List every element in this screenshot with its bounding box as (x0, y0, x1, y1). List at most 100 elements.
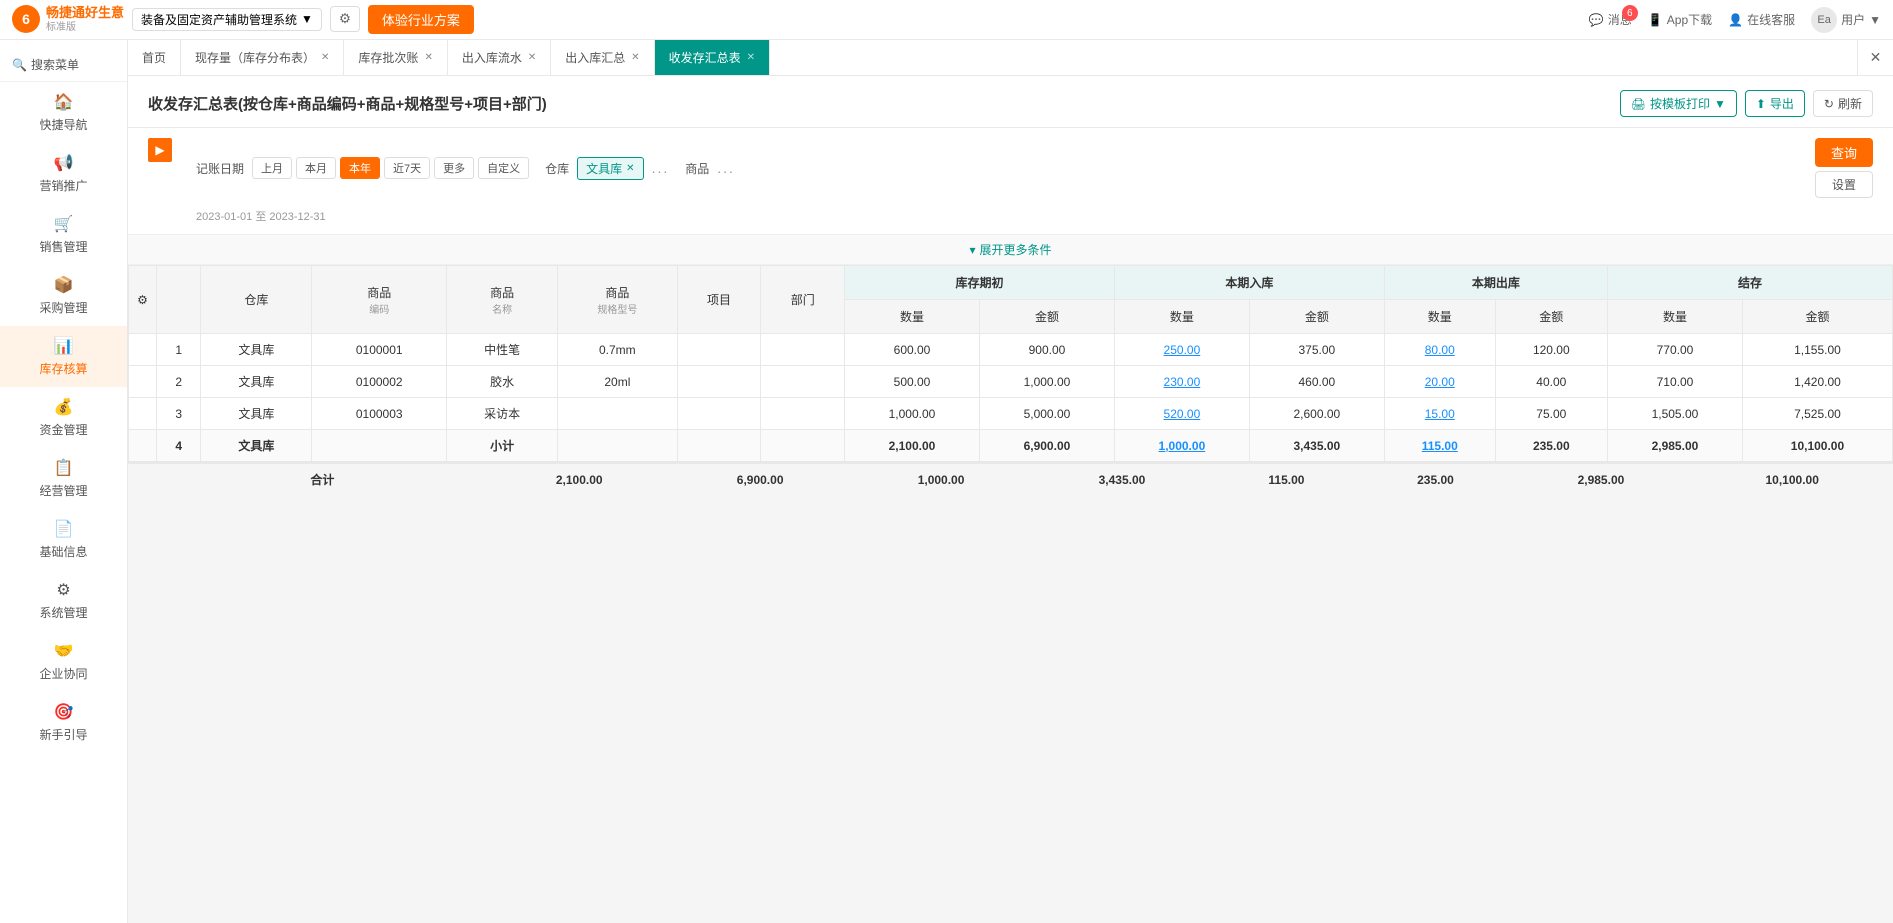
tab-inventory-dist[interactable]: 现存量（库存分布表） ✕ (181, 40, 344, 75)
col-close-qty: 数量 (1607, 300, 1742, 334)
warehouse-more-dots[interactable]: ... (652, 160, 670, 176)
chevron-down-icon: ▼ (1714, 97, 1726, 111)
date-range-text: 2023-01-01 至 2023-12-31 (196, 208, 326, 224)
app-download-button[interactable]: 📱 App下载 (1648, 11, 1712, 28)
total-open-qty: 2,100.00 (489, 464, 670, 495)
sidebar-item-system[interactable]: ⚙ 系统管理 (0, 570, 127, 631)
sidebar-item-basic[interactable]: 📄 基础信息 (0, 509, 127, 570)
row-department (761, 366, 845, 398)
enterprise-icon: 🤝 (54, 641, 74, 661)
product-more-dots[interactable]: ... (717, 160, 735, 176)
row-close-qty: 710.00 (1607, 366, 1742, 398)
user-menu[interactable]: Ea 用户 ▼ (1811, 7, 1881, 33)
row-open-amt: 1,000.00 (979, 366, 1114, 398)
row-in-qty[interactable]: 230.00 (1114, 366, 1249, 398)
total-label: 合计 (267, 464, 378, 495)
system-selector[interactable]: 装备及固定资产辅助管理系统 ▼ (132, 8, 322, 31)
date-btn-more[interactable]: 更多 (434, 157, 474, 179)
filter-row-1: 记账日期 上月 本月 本年 近7天 更多 自定义 (196, 138, 1873, 198)
row-out-qty[interactable]: 15.00 (1384, 398, 1495, 430)
subtotal-row: 4 文具库 小计 2,100.00 6,900.00 1,000.00 3,43… (129, 430, 1893, 462)
tab-close-inout-summary[interactable]: ✕ (631, 52, 639, 63)
sidebar-item-operations[interactable]: 📋 经营管理 (0, 448, 127, 509)
filter-collapse-btn[interactable]: ▶ (148, 138, 172, 162)
export-button[interactable]: ⬆ 导出 (1745, 90, 1805, 117)
sidebar-item-quick-nav[interactable]: 🏠 快捷导航 (0, 82, 127, 143)
message-button[interactable]: 💬 消息 6 (1589, 11, 1632, 28)
page-header: 收发存汇总表(按仓库+商品编码+商品+规格型号+项目+部门) 🖨 按模板打印 ▼… (128, 76, 1893, 128)
tab-inout-flow[interactable]: 出入库流水 ✕ (448, 40, 551, 75)
printer-icon: 🖨 (1631, 97, 1646, 111)
table-row: 2 文具库 0100002 胶水 20ml 500.00 1,000.00 23… (129, 366, 1893, 398)
tab-close-receive-summary[interactable]: ✕ (747, 52, 755, 63)
subtotal-in-qty[interactable]: 1,000.00 (1114, 430, 1249, 462)
tab-receive-summary[interactable]: 收发存汇总表 ✕ (655, 40, 770, 75)
row-product-name: 采访本 (447, 398, 558, 430)
settings-mini-button[interactable]: 设置 (1815, 171, 1873, 198)
subtotal-label: 小计 (447, 430, 558, 462)
refresh-button[interactable]: ↻ 刷新 (1813, 90, 1873, 117)
warehouse-tag-close[interactable]: ✕ (626, 163, 634, 174)
date-btn-7days[interactable]: 近7天 (384, 157, 430, 179)
row-product-name: 中性笔 (447, 334, 558, 366)
row-warehouse: 文具库 (201, 334, 312, 366)
row-open-qty: 600.00 (845, 334, 980, 366)
sidebar-item-enterprise[interactable]: 🤝 企业协同 (0, 631, 127, 692)
sidebar-item-purchase[interactable]: 📦 采购管理 (0, 265, 127, 326)
tab-batch[interactable]: 库存批次账 ✕ (344, 40, 447, 75)
sales-icon: 🛒 (54, 214, 74, 234)
subtotal-out-amt: 235.00 (1495, 430, 1607, 462)
row-out-qty[interactable]: 80.00 (1384, 334, 1495, 366)
table-settings-header[interactable]: ⚙ (129, 266, 157, 334)
tab-close-batch[interactable]: ✕ (424, 52, 432, 63)
sidebar-item-marketing[interactable]: 📢 营销推广 (0, 143, 127, 204)
logo-icon: 6 (12, 5, 40, 33)
row-close-qty: 770.00 (1607, 334, 1742, 366)
date-btn-this-year[interactable]: 本年 (340, 157, 380, 179)
row-open-qty: 500.00 (845, 366, 980, 398)
query-button[interactable]: 查询 (1815, 138, 1873, 167)
expand-filter-btn[interactable]: ▾ 展开更多条件 (128, 235, 1893, 265)
tab-bar-close[interactable]: ✕ (1857, 40, 1893, 75)
row-in-qty[interactable]: 520.00 (1114, 398, 1249, 430)
col-header-project: 项目 (677, 266, 761, 334)
subtotal-empty2 (557, 430, 677, 462)
date-btn-custom[interactable]: 自定义 (478, 157, 529, 179)
subtotal-close-amt: 10,100.00 (1742, 430, 1892, 462)
sidebar-item-finance[interactable]: 💰 资金管理 (0, 387, 127, 448)
refresh-icon: ↻ (1824, 97, 1834, 111)
date-btn-prev-month[interactable]: 上月 (252, 157, 292, 179)
message-icon: 💬 (1589, 13, 1604, 27)
row-in-qty[interactable]: 250.00 (1114, 334, 1249, 366)
row-out-qty[interactable]: 20.00 (1384, 366, 1495, 398)
row-settings[interactable] (129, 366, 157, 398)
online-service-button[interactable]: 👤 在线客服 (1728, 11, 1795, 28)
row-settings[interactable] (129, 334, 157, 366)
search-menu-item[interactable]: 🔍 搜索菜单 (0, 48, 127, 82)
filter-product-group: 商品 ... (685, 160, 735, 177)
system-icon: ⚙ (56, 580, 70, 600)
subtotal-settings[interactable] (129, 430, 157, 462)
sidebar-item-inventory[interactable]: 📊 库存核算 (0, 326, 127, 387)
row-open-amt: 5,000.00 (979, 398, 1114, 430)
date-btn-this-month[interactable]: 本月 (296, 157, 336, 179)
subtotal-out-qty[interactable]: 115.00 (1384, 430, 1495, 462)
subtotal-empty3 (677, 430, 761, 462)
sidebar-item-guide[interactable]: 🎯 新手引导 (0, 692, 127, 753)
date-buttons: 上月 本月 本年 近7天 更多 自定义 (252, 157, 529, 179)
col-open-qty: 数量 (845, 300, 980, 334)
sidebar-item-sales[interactable]: 🛒 销售管理 (0, 204, 127, 265)
tab-close-inout-flow[interactable]: ✕ (528, 52, 536, 63)
tab-home[interactable]: 首页 (128, 40, 181, 75)
row-settings[interactable] (129, 398, 157, 430)
tab-inout-summary[interactable]: 出入库汇总 ✕ (551, 40, 654, 75)
inventory-icon: 📊 (54, 336, 74, 356)
data-table-wrapper: ⚙ 仓库 商品编码 商品名称 商品规格型号 项目 部门 库存期初 本期入库 (128, 265, 1893, 462)
row-product-code: 0100003 (312, 398, 447, 430)
row-in-amt: 2,600.00 (1249, 398, 1384, 430)
trial-button[interactable]: 体验行业方案 (368, 5, 474, 34)
print-button[interactable]: 🖨 按模板打印 ▼ (1620, 90, 1737, 117)
row-product-spec: 20ml (557, 366, 677, 398)
settings-button[interactable]: ⚙ (330, 6, 360, 32)
tab-close-inventory-dist[interactable]: ✕ (321, 52, 329, 63)
